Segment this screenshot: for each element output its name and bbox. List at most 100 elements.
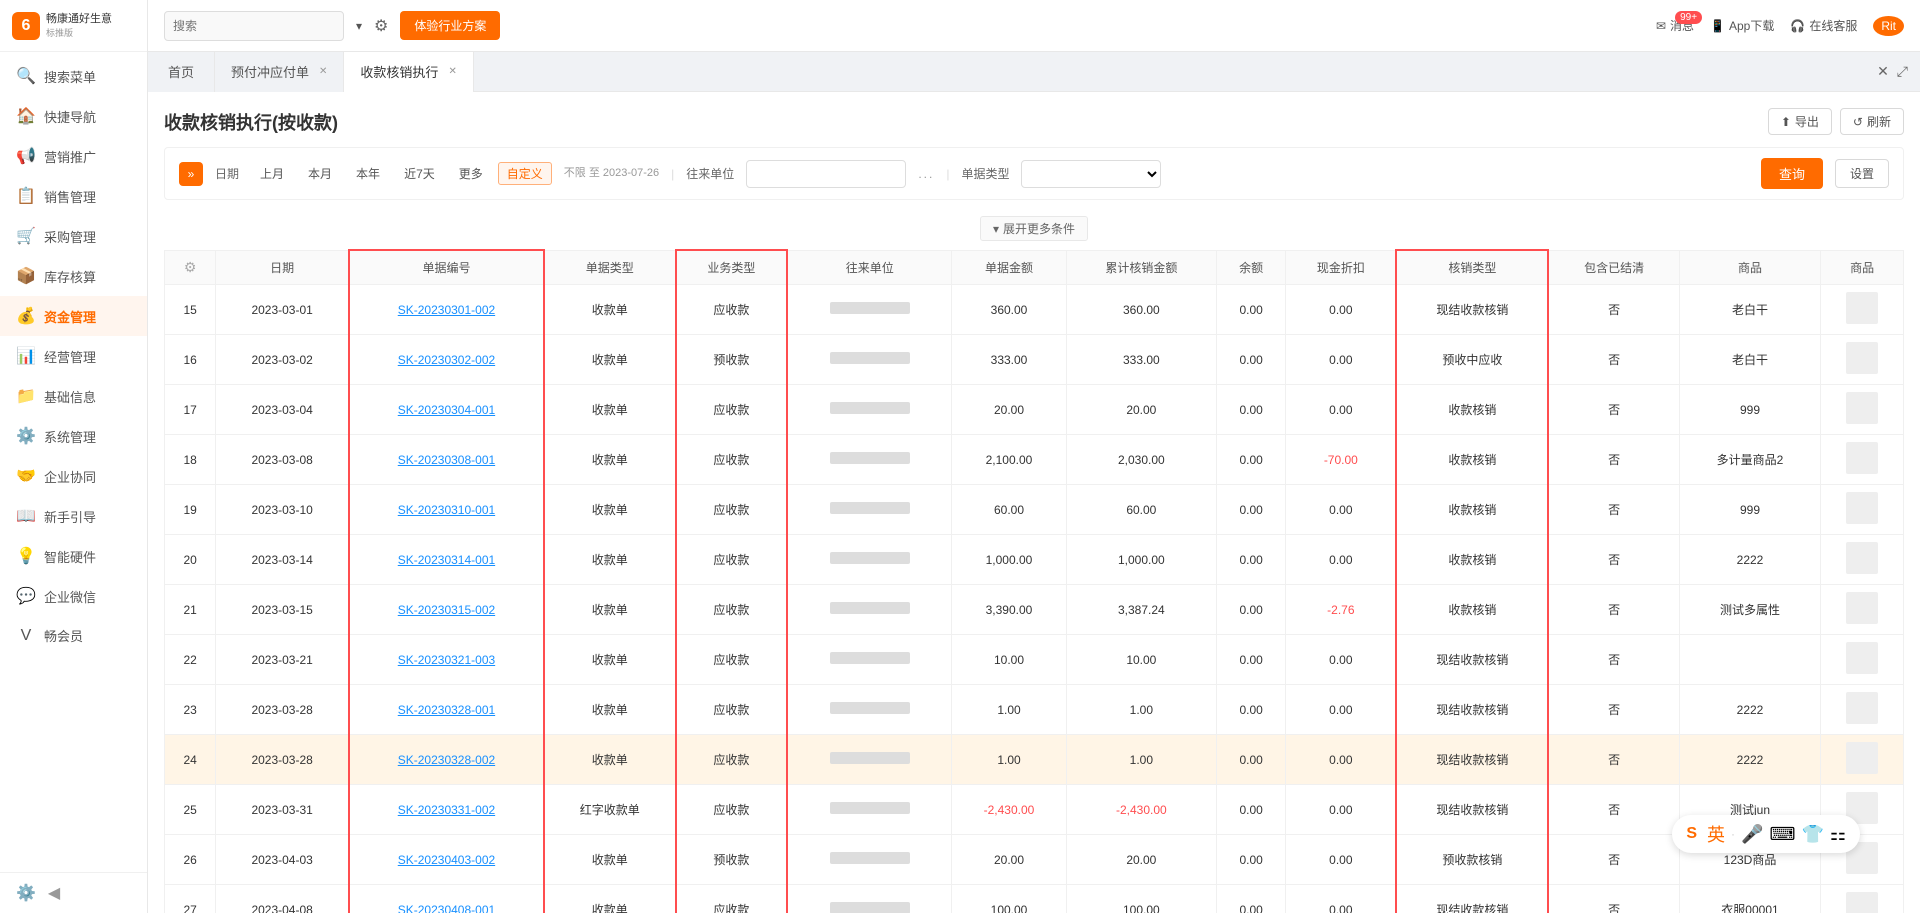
bill-no-link[interactable]: SK-20230328-001 [398,703,495,717]
cell-balance: 0.00 [1217,485,1286,535]
bill-no-link[interactable]: SK-20230308-001 [398,453,495,467]
receipt-tab-close-icon[interactable]: ✕ [448,66,456,77]
sidebar-item-guide[interactable]: 📖新手引导 [0,496,147,536]
sidebar-item-enterprise[interactable]: 🤝企业协同 [0,456,147,496]
col-balance[interactable]: 余额 [1217,250,1286,285]
expand-more-btn[interactable]: ▾ 展开更多条件 [980,216,1088,241]
float-tshirt-icon[interactable]: 👕 [1801,824,1823,845]
tab-prepay[interactable]: 预付冲应付单 ✕ [215,52,344,92]
bill-no-link[interactable]: SK-20230304-001 [398,403,495,417]
bill-no-link[interactable]: SK-20230408-001 [398,903,495,913]
sidebar-item-search[interactable]: 🔍搜索菜单 [0,56,147,96]
float-translate-icon[interactable]: 英 [1707,821,1725,847]
cell-bill-type: 收款单 [544,535,676,585]
col-verify-type[interactable]: 核销类型 [1396,250,1548,285]
date-btn-7days[interactable]: 近7天 [395,162,444,185]
header-search-input[interactable] [164,11,344,41]
cell-no: 20 [165,535,216,585]
col-included[interactable]: 包含已结清 [1548,250,1679,285]
settings-icon[interactable]: ⚙️ [16,883,36,903]
tab-home[interactable]: 首页 [148,52,215,92]
prepay-tab-close-icon[interactable]: ✕ [319,66,327,77]
industry-btn[interactable]: 体验行业方案 [400,11,500,40]
refresh-btn[interactable]: ↺ 刷新 [1840,108,1904,135]
tab-receipt[interactable]: 收款核销执行 ✕ [344,52,473,92]
cell-verified: 100.00 [1066,885,1216,913]
col-discount[interactable]: 现金折扣 [1286,250,1397,285]
cell-goods2 [1821,885,1904,913]
sidebar-item-marketing[interactable]: 📢营销推广 [0,136,147,176]
sidebar-bottom: ⚙️ ◀ [0,872,147,913]
maximize-icon[interactable]: ⤢ [1897,63,1908,80]
filter-settings-btn[interactable]: 设置 [1835,159,1889,188]
bill-no-link[interactable]: SK-20230314-001 [398,553,495,567]
col-amount[interactable]: 单据金额 [952,250,1066,285]
bill-no-link[interactable]: SK-20230301-002 [398,303,495,317]
bill-no-link[interactable]: SK-20230315-002 [398,603,495,617]
cell-verify-type: 现结收款核销 [1396,635,1548,685]
query-btn[interactable]: 查询 [1761,158,1823,189]
export-btn[interactable]: ⬆ 导出 [1768,108,1832,135]
col-bill-no[interactable]: 单据编号 [349,250,544,285]
logo-title: 畅康通好生意 [46,12,112,26]
bill-no-link[interactable]: SK-20230331-002 [398,803,495,817]
table-row: 23 2023-03-28 SK-20230328-001 收款单 应收款 1.… [165,685,1904,735]
bill-no-link[interactable]: SK-20230403-002 [398,853,495,867]
col-customer[interactable]: 往来单位 [787,250,952,285]
sidebar-item-inventory[interactable]: 📦库存核算 [0,256,147,296]
sidebar-menu: 🔍搜索菜单🏠快捷导航📢营销推广📋销售管理🛒采购管理📦库存核算💰资金管理📊经营管理… [0,52,147,872]
date-btn-more[interactable]: 更多 [450,162,492,185]
cell-no: 21 [165,585,216,635]
col-verified[interactable]: 累计核销金额 [1066,250,1216,285]
sidebar-item-hardware[interactable]: 💡智能硬件 [0,536,147,576]
float-apps-icon[interactable]: ⚏ [1830,824,1846,845]
col-goods2[interactable]: 商品 [1821,250,1904,285]
col-bill-type[interactable]: 单据类型 [544,250,676,285]
col-goods1[interactable]: 商品 [1679,250,1820,285]
sidebar-item-finance[interactable]: 💰资金管理 [0,296,147,336]
cell-date: 2023-03-10 [216,485,349,535]
date-btn-this-month[interactable]: 本月 [299,162,341,185]
col-date[interactable]: 日期 [216,250,349,285]
table-row: 17 2023-03-04 SK-20230304-001 收款单 应收款 20… [165,385,1904,435]
bill-no-link[interactable]: SK-20230310-001 [398,503,495,517]
bill-no-link[interactable]: SK-20230302-002 [398,353,495,367]
col-settings[interactable]: ⚙ [165,250,216,285]
customer-input[interactable] [746,160,906,188]
date-btn-last-month[interactable]: 上月 [251,162,293,185]
date-btn-custom[interactable]: 自定义 [498,162,552,185]
collapse-icon[interactable]: ◀ [48,883,60,903]
more-dots[interactable]: ... [918,167,934,181]
float-mic-icon[interactable]: 🎤 [1741,824,1763,845]
message-btn[interactable]: ✉ 消息 99+ [1656,17,1694,34]
sidebar-item-wechat[interactable]: 💬企业微信 [0,576,147,616]
wechat-icon: 💬 [16,586,36,606]
cell-discount: 0.00 [1286,335,1397,385]
close-window-icon[interactable]: ✕ [1877,63,1889,80]
user-avatar[interactable]: Rit [1873,16,1904,36]
search-icon: 🔍 [16,66,36,86]
receipt-tab-label: 收款核销执行 [360,62,438,81]
cell-biz-type: 应收款 [676,485,787,535]
app-download-btn[interactable]: 📱 App下载 [1710,17,1774,34]
header-dropdown[interactable]: ▾ [356,19,362,33]
online-service-btn[interactable]: 🎧 在线客服 [1790,17,1857,34]
cell-date: 2023-03-28 [216,685,349,735]
cell-biz-type: 应收款 [676,535,787,585]
sidebar-item-member[interactable]: V畅会员 [0,616,147,655]
sidebar-item-quicknav[interactable]: 🏠快捷导航 [0,96,147,136]
voucher-type-select[interactable] [1021,160,1161,188]
float-keyboard-icon[interactable]: ⌨ [1769,824,1795,845]
sidebar-item-basic[interactable]: 📁基础信息 [0,376,147,416]
bill-no-link[interactable]: SK-20230328-002 [398,753,495,767]
cell-bill-type: 收款单 [544,885,676,913]
bill-no-link[interactable]: SK-20230321-003 [398,653,495,667]
header-gear-icon[interactable]: ⚙ [374,16,388,36]
sidebar-item-sales[interactable]: 📋销售管理 [0,176,147,216]
date-btn-this-year[interactable]: 本年 [347,162,389,185]
sidebar-item-system[interactable]: ⚙️系统管理 [0,416,147,456]
sidebar-item-purchase[interactable]: 🛒采购管理 [0,216,147,256]
col-biz-type[interactable]: 业务类型 [676,250,787,285]
filter-expand-btn[interactable]: » [179,162,203,186]
sidebar-item-operation[interactable]: 📊经营管理 [0,336,147,376]
